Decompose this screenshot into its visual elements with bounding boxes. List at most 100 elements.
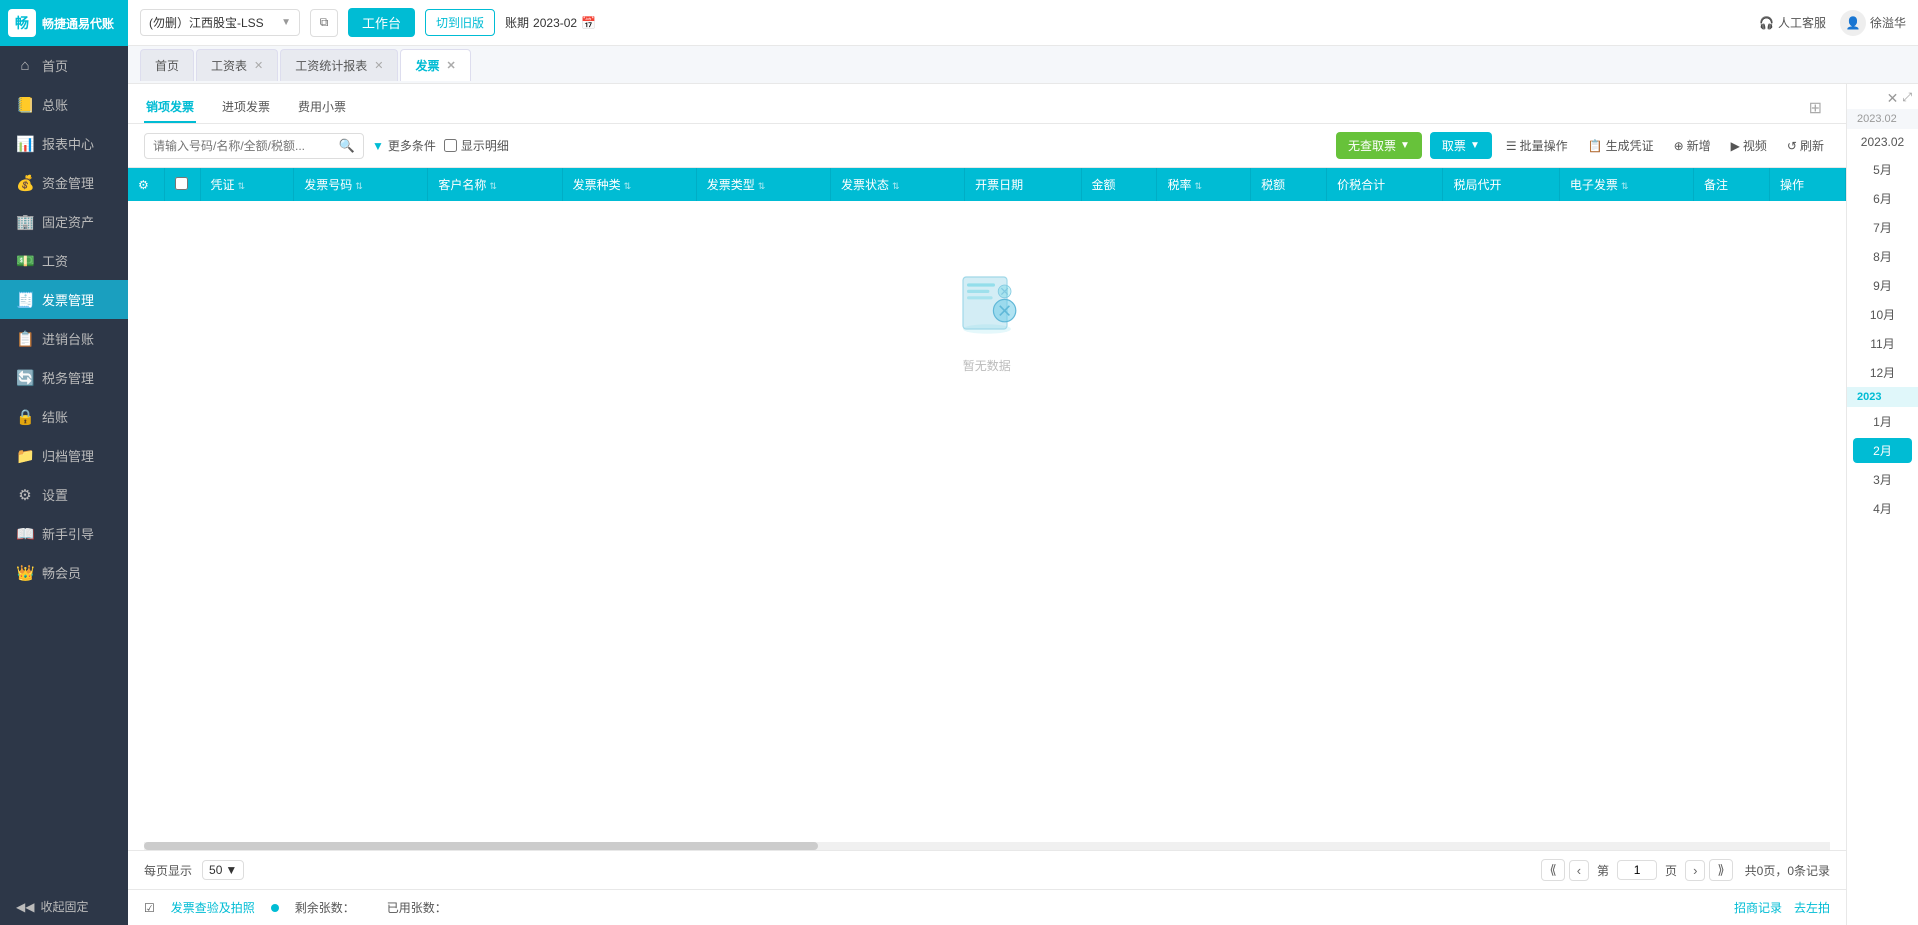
date-month-nov[interactable]: 11月 bbox=[1847, 329, 1918, 358]
tab-close-invoices[interactable]: ✕ bbox=[447, 59, 456, 72]
collapse-arrow-icon: ◀◀ bbox=[16, 900, 34, 914]
check-label[interactable]: 发票查验及拍照 bbox=[171, 899, 255, 916]
sidebar-item-sales[interactable]: 📋 进销台账 bbox=[0, 319, 128, 358]
sidebar: 畅 畅捷通易代账 ⌂ 首页 📒 总账 📊 报表中心 💰 资金管理 🏢 固定资产 … bbox=[0, 0, 128, 925]
date-month-jul[interactable]: 7月 bbox=[1847, 213, 1918, 242]
date-month-2023-02-prev[interactable]: 2023.02 bbox=[1847, 129, 1918, 155]
remaining-label: 剩余张数： bbox=[295, 899, 355, 916]
tab-close-salary[interactable]: ✕ bbox=[254, 59, 263, 72]
sidebar-item-guide[interactable]: 📖 新手引导 bbox=[0, 514, 128, 553]
refresh-button[interactable]: ↺ 刷新 bbox=[1781, 133, 1830, 158]
guide-icon: 📖 bbox=[16, 525, 34, 543]
ticket-button[interactable]: 取票 ▼ bbox=[1430, 132, 1492, 159]
generate-voucher-button[interactable]: 📋 生成凭证 bbox=[1582, 133, 1660, 158]
date-panel-close-button[interactable]: ✕ bbox=[1887, 90, 1899, 107]
date-month-may[interactable]: 5月 bbox=[1847, 155, 1918, 184]
date-panel-expand-button[interactable]: ⤢ bbox=[1902, 90, 1912, 107]
new-button[interactable]: ⊕ 新增 bbox=[1668, 133, 1717, 158]
horizontal-scrollbar[interactable] bbox=[144, 842, 1830, 850]
last-page-button[interactable]: ⟫ bbox=[1709, 859, 1732, 881]
page-number-input[interactable] bbox=[1617, 860, 1657, 880]
page-size-select[interactable]: 50 ▼ bbox=[202, 860, 244, 880]
sidebar-item-label: 畅会员 bbox=[42, 563, 81, 582]
main-area: (勿删）江西股宝-LSS ▼ ⧉ 工作台 切到旧版 账期 2023-02 📅 🎧… bbox=[128, 0, 1918, 925]
company-name: (勿删）江西股宝-LSS bbox=[149, 14, 264, 31]
sidebar-item-settings[interactable]: ⚙ 设置 bbox=[0, 475, 128, 514]
date-month-jan-2023[interactable]: 1月 bbox=[1847, 407, 1918, 436]
tab-home[interactable]: 首页 bbox=[140, 49, 194, 81]
th-voucher: 凭证⇅ bbox=[200, 168, 294, 201]
filter-icon: ▼ bbox=[372, 139, 384, 153]
search-box[interactable]: 🔍 bbox=[144, 133, 364, 159]
date-month-mar-2023[interactable]: 3月 bbox=[1847, 465, 1918, 494]
th-tax-code: 税局代开 bbox=[1443, 168, 1559, 201]
date-month-aug[interactable]: 8月 bbox=[1847, 242, 1918, 271]
sidebar-item-tax[interactable]: 🔄 税务管理 bbox=[0, 358, 128, 397]
video-button[interactable]: ▶ 视频 bbox=[1725, 133, 1773, 158]
th-settings[interactable]: ⚙ bbox=[128, 168, 164, 201]
sidebar-item-ledger[interactable]: 📒 总账 bbox=[0, 85, 128, 124]
sidebar-item-payroll[interactable]: 💵 工资 bbox=[0, 241, 128, 280]
service-button[interactable]: 🎧 人工客服 bbox=[1759, 14, 1826, 31]
sidebar-item-label: 新手引导 bbox=[42, 524, 94, 543]
user-button[interactable]: 👤 徐溢华 bbox=[1840, 10, 1906, 36]
show-detail-input[interactable] bbox=[444, 139, 457, 152]
select-all-checkbox[interactable] bbox=[175, 177, 188, 190]
sidebar-item-home[interactable]: ⌂ 首页 bbox=[0, 46, 128, 85]
sidebar-item-reports[interactable]: 📊 报表中心 bbox=[0, 124, 128, 163]
date-month-oct[interactable]: 10月 bbox=[1847, 300, 1918, 329]
search-icon: 🔍 bbox=[339, 138, 355, 154]
date-month-apr-2023[interactable]: 4月 bbox=[1847, 494, 1918, 523]
first-page-button[interactable]: ⟪ bbox=[1541, 859, 1564, 881]
table-footer: 每页显示 50 ▼ ⟪ ‹ 第 页 › ⟫ 共0页，0条记录 bbox=[128, 850, 1846, 889]
company-selector[interactable]: (勿删）江西股宝-LSS ▼ bbox=[140, 9, 300, 36]
sub-tab-expense-receipt[interactable]: 费用小票 bbox=[296, 92, 348, 123]
tab-salary-stats[interactable]: 工资统计报表 ✕ bbox=[280, 49, 398, 81]
funds-icon: 💰 bbox=[16, 174, 34, 192]
next-page-button[interactable]: › bbox=[1685, 860, 1705, 881]
go-left-photo-link[interactable]: 去左拍 bbox=[1794, 899, 1830, 916]
th-invoice-type: 发票种类⇅ bbox=[562, 168, 696, 201]
date-month-dec[interactable]: 12月 bbox=[1847, 358, 1918, 387]
sidebar-item-member[interactable]: 👑 畅会员 bbox=[0, 553, 128, 592]
tab-salary-stats-label: 工资统计报表 bbox=[295, 57, 367, 74]
tab-invoices-label: 发票 bbox=[415, 57, 439, 74]
sidebar-collapse-btn[interactable]: ◀◀ 收起固定 bbox=[0, 888, 128, 925]
th-customer: 客户名称⇅ bbox=[428, 168, 562, 201]
search-input[interactable] bbox=[153, 139, 333, 153]
date-month-feb-2023[interactable]: 2月 bbox=[1853, 438, 1912, 463]
batch-ops-button[interactable]: ☰ 批量操作 bbox=[1500, 133, 1574, 158]
switch-old-button[interactable]: 切到旧版 bbox=[425, 9, 495, 36]
tab-salary-table[interactable]: 工资表 ✕ bbox=[196, 49, 278, 81]
th-invoice-category: 发票类型⇅ bbox=[696, 168, 830, 201]
show-detail-checkbox[interactable]: 显示明细 bbox=[444, 137, 509, 154]
sub-tab-purchase-invoice[interactable]: 进项发票 bbox=[220, 92, 272, 123]
open-date-button[interactable]: 开账日期 bbox=[1846, 480, 1847, 530]
sub-tab-sales-invoice[interactable]: 销项发票 bbox=[144, 92, 196, 123]
merchant-record-link[interactable]: 招商记录 bbox=[1734, 899, 1782, 916]
tab-home-label: 首页 bbox=[155, 57, 179, 74]
sidebar-item-invoices[interactable]: 🧾 发票管理 bbox=[0, 280, 128, 319]
th-total: 价税合计 bbox=[1327, 168, 1443, 201]
scrollbar-thumb[interactable] bbox=[144, 842, 818, 850]
sidebar-item-archive[interactable]: 📁 归档管理 bbox=[0, 436, 128, 475]
date-month-jun[interactable]: 6月 bbox=[1847, 184, 1918, 213]
sidebar-item-label: 资金管理 bbox=[42, 173, 94, 192]
grid-view-icon[interactable]: ⊞ bbox=[1801, 94, 1830, 122]
sidebar-item-closing[interactable]: 🔒 结账 bbox=[0, 397, 128, 436]
more-filter-button[interactable]: ▼ 更多条件 bbox=[372, 137, 436, 154]
toolbar-right: 无查取票 ▼ 取票 ▼ ☰ 批量操作 📋 生成凭证 bbox=[1336, 132, 1830, 159]
copy-button[interactable]: ⧉ bbox=[310, 9, 338, 37]
th-open-date: 开票日期 bbox=[965, 168, 1081, 201]
prev-page-button[interactable]: ‹ bbox=[1569, 860, 1589, 881]
tab-close-salary-stats[interactable]: ✕ bbox=[374, 59, 383, 72]
sidebar-item-funds[interactable]: 💰 资金管理 bbox=[0, 163, 128, 202]
date-month-sep[interactable]: 9月 bbox=[1847, 271, 1918, 300]
no-ticket-button[interactable]: 无查取票 ▼ bbox=[1336, 132, 1422, 159]
th-checkbox[interactable] bbox=[164, 168, 200, 201]
empty-text: 暂无数据 bbox=[963, 357, 1011, 374]
tab-invoices[interactable]: 发票 ✕ bbox=[400, 49, 470, 81]
workbench-button[interactable]: 工作台 bbox=[348, 8, 415, 37]
sidebar-item-assets[interactable]: 🏢 固定资产 bbox=[0, 202, 128, 241]
sort-icon: ⇅ bbox=[1621, 181, 1629, 191]
